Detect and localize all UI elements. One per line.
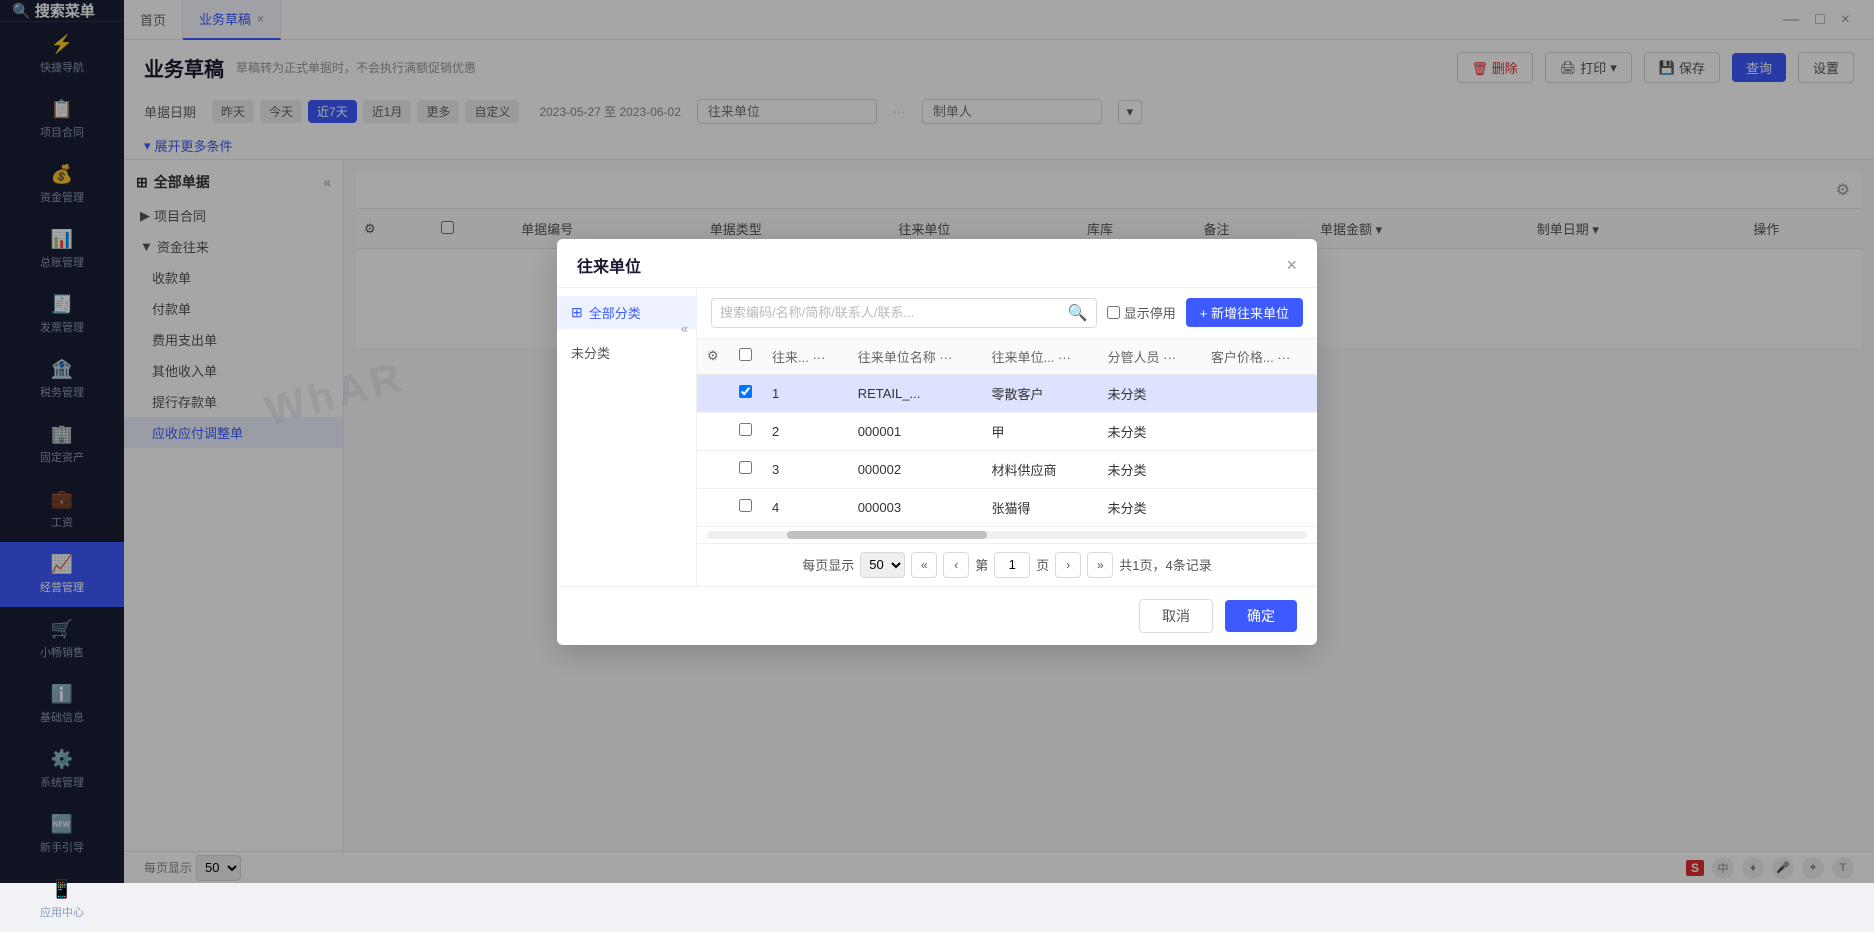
row-category: 未分类: [1098, 374, 1201, 412]
dialog-left-panel: ⊞ 全部分类 « 未分类: [557, 288, 697, 586]
dialog-body: ⊞ 全部分类 « 未分类 🔍: [557, 288, 1317, 586]
total-label: 共1页，4条记录: [1119, 555, 1211, 574]
row-code: 000003: [848, 488, 982, 526]
dialog-table-row[interactable]: 1 RETAIL_... 零散客户 未分类: [697, 374, 1317, 412]
show-disabled-checkbox[interactable]: [1107, 306, 1120, 319]
row-checkbox: [729, 450, 762, 488]
dth-name: 往来单位名称 ···: [848, 339, 982, 375]
dialog-table-row[interactable]: 4 000003 张猫得 未分类: [697, 488, 1317, 526]
cancel-button[interactable]: 取消: [1139, 599, 1213, 633]
row-name: 甲: [981, 412, 1097, 450]
row-category: 未分类: [1098, 412, 1201, 450]
pag-first-btn[interactable]: «: [911, 552, 937, 578]
row-settings: [697, 488, 729, 526]
page-input[interactable]: [994, 552, 1030, 578]
page-suffix: 页: [1036, 555, 1049, 574]
search-icon: 🔍: [1068, 303, 1088, 323]
row-code: 000002: [848, 450, 982, 488]
dialog-overlay[interactable]: 往来单位 × ⊞ 全部分类 « 未分类: [0, 0, 1874, 883]
row-select[interactable]: [739, 499, 752, 512]
dth-category: 往来单位... ···: [981, 339, 1097, 375]
dialog-cat-uncategorized[interactable]: 未分类: [557, 336, 696, 369]
row-no: 4: [762, 488, 848, 526]
dialog-table-wrap: ⚙ 往来... ··· 往来单位名称 ··· 往来单位... ··· 分管人员 …: [697, 339, 1317, 527]
confirm-button[interactable]: 确定: [1225, 600, 1297, 632]
dth-settings: ⚙: [697, 339, 729, 375]
row-name: 零散客户: [981, 374, 1097, 412]
dialog-title: 往来单位: [577, 253, 641, 277]
dth-manager: 分管人员 ···: [1098, 339, 1201, 375]
row-select[interactable]: [739, 461, 752, 474]
page-label: 第: [975, 555, 988, 574]
row-manager: [1201, 450, 1317, 488]
dialog-scrollbar-thumb: [787, 531, 987, 539]
row-checkbox: [729, 488, 762, 526]
search-input-wrap: 🔍: [711, 298, 1097, 328]
row-settings: [697, 374, 729, 412]
row-code: 000001: [848, 412, 982, 450]
dialog-search-row: 🔍 显示停用 + 新增往来单位: [697, 288, 1317, 339]
row-checkbox: [729, 412, 762, 450]
dialog-close-btn[interactable]: ×: [1286, 256, 1297, 274]
row-no: 3: [762, 450, 848, 488]
per-page-label: 每页显示: [802, 555, 854, 574]
cat-all-icon: ⊞: [571, 304, 583, 321]
row-settings: [697, 412, 729, 450]
row-manager: [1201, 374, 1317, 412]
row-settings: [697, 450, 729, 488]
dth-price: 客户价格... ···: [1201, 339, 1317, 375]
row-select[interactable]: [739, 385, 752, 398]
dialog-table-row[interactable]: 2 000001 甲 未分类: [697, 412, 1317, 450]
dialog-table: ⚙ 往来... ··· 往来单位名称 ··· 往来单位... ··· 分管人员 …: [697, 339, 1317, 527]
dialog-footer: 取消 确定: [557, 586, 1317, 645]
row-name: 张猫得: [981, 488, 1097, 526]
row-category: 未分类: [1098, 488, 1201, 526]
row-checkbox: [729, 374, 762, 412]
row-select[interactable]: [739, 423, 752, 436]
row-manager: [1201, 412, 1317, 450]
row-no: 2: [762, 412, 848, 450]
dialog-pagination: 每页显示 50 « ‹ 第 页 › » 共1页，4条记录: [697, 543, 1317, 586]
new-partner-button[interactable]: + 新增往来单位: [1186, 298, 1303, 327]
dialog-header: 往来单位 ×: [557, 239, 1317, 288]
row-category: 未分类: [1098, 450, 1201, 488]
dialog-scrollbar[interactable]: [707, 531, 1307, 539]
dialog-cat-collapse-btn[interactable]: «: [681, 321, 688, 336]
dth-code: 往来... ···: [762, 339, 848, 375]
row-code: RETAIL_...: [848, 374, 982, 412]
app-center-label: 应用中心: [40, 904, 84, 920]
row-no: 1: [762, 374, 848, 412]
pag-prev-btn[interactable]: ‹: [943, 552, 969, 578]
dialog-table-row[interactable]: 3 000002 材料供应商 未分类: [697, 450, 1317, 488]
pag-next-btn[interactable]: ›: [1055, 552, 1081, 578]
pag-last-btn[interactable]: »: [1087, 552, 1113, 578]
partner-dialog: 往来单位 × ⊞ 全部分类 « 未分类: [557, 239, 1317, 645]
dialog-search-input[interactable]: [720, 305, 1062, 320]
row-manager: [1201, 488, 1317, 526]
dialog-table-header: ⚙ 往来... ··· 往来单位名称 ··· 往来单位... ··· 分管人员 …: [697, 339, 1317, 375]
dialog-select-all[interactable]: [739, 348, 752, 361]
dth-checkbox: [729, 339, 762, 375]
per-page-select[interactable]: 50: [860, 552, 905, 578]
row-name: 材料供应商: [981, 450, 1097, 488]
dialog-right-panel: 🔍 显示停用 + 新增往来单位 ⚙: [697, 288, 1317, 586]
show-disabled-label[interactable]: 显示停用: [1107, 303, 1176, 322]
